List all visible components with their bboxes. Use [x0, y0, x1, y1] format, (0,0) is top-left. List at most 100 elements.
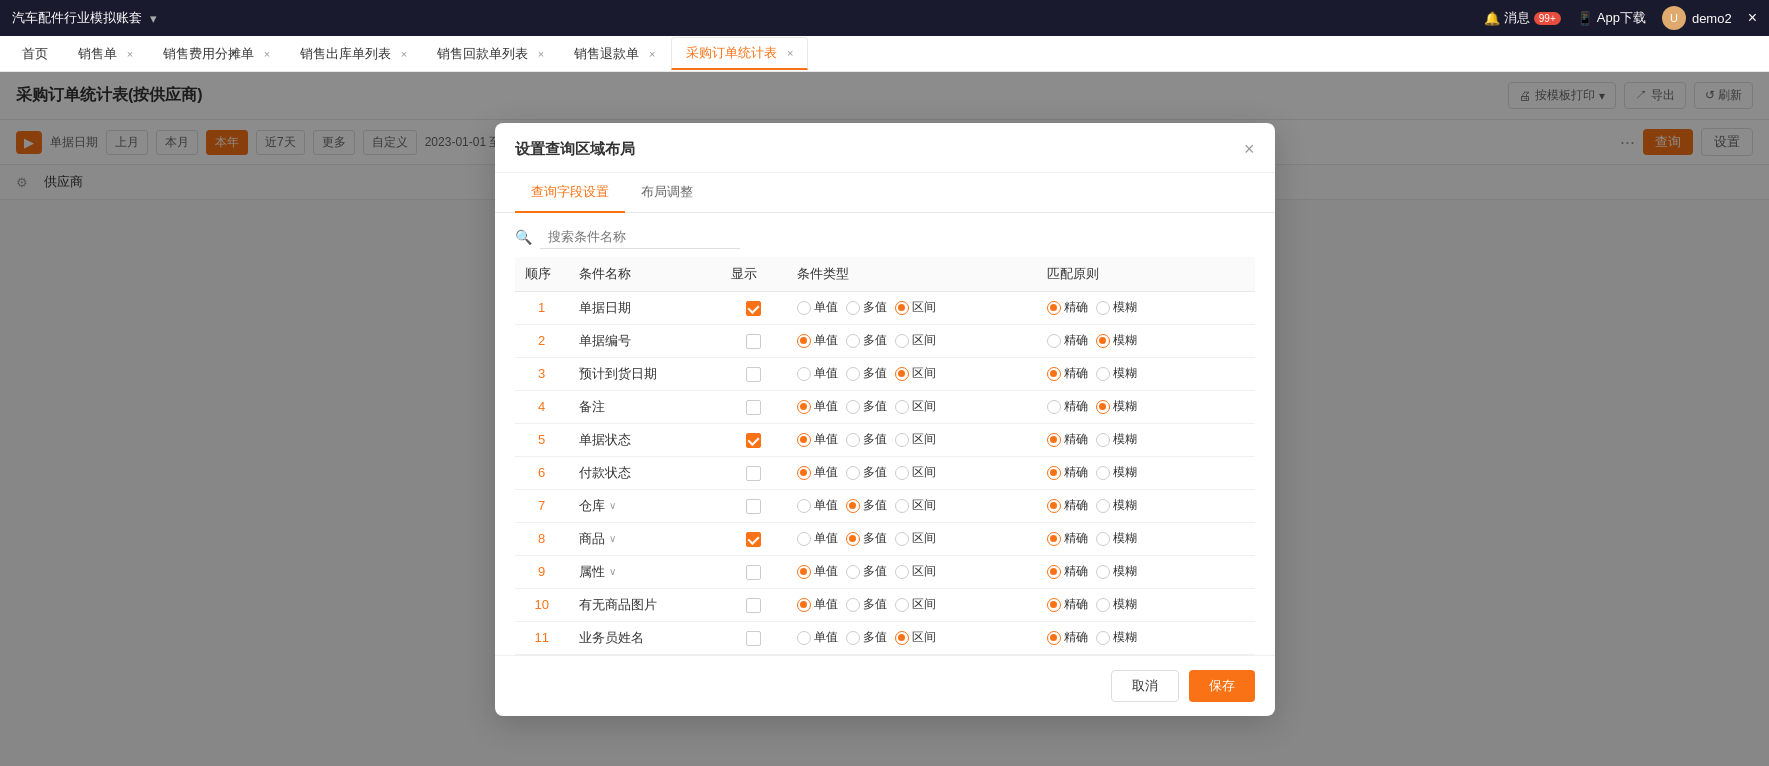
type-radio-item[interactable]: 区间	[895, 563, 936, 580]
show-checkbox[interactable]	[746, 367, 761, 382]
type-radio-item[interactable]: 区间	[895, 464, 936, 481]
match-radio-item[interactable]: 精确	[1047, 563, 1088, 580]
type-radio-item[interactable]: 单值	[797, 431, 838, 448]
name-with-dropdown[interactable]: 商品∨	[579, 530, 711, 548]
type-radio-item[interactable]: 多值	[846, 497, 887, 514]
tab-purchase-stats[interactable]: 采购订单统计表 ×	[671, 37, 808, 70]
match-radio-item[interactable]: 模糊	[1096, 398, 1137, 415]
show-checkbox[interactable]	[746, 334, 761, 349]
match-radio-item[interactable]: 模糊	[1096, 497, 1137, 514]
cancel-button[interactable]: 取消	[1111, 670, 1179, 702]
type-radio-item[interactable]: 区间	[895, 398, 936, 415]
type-radio-item[interactable]: 区间	[895, 299, 936, 316]
tab-sales-receipt-close[interactable]: ×	[538, 48, 544, 60]
match-radio-item[interactable]: 模糊	[1096, 431, 1137, 448]
match-radio-item[interactable]: 精确	[1047, 464, 1088, 481]
match-radio-item[interactable]: 精确	[1047, 596, 1088, 613]
match-radio-item[interactable]: 模糊	[1096, 464, 1137, 481]
type-radio-item[interactable]: 区间	[895, 332, 936, 349]
tab-purchase-stats-close[interactable]: ×	[787, 47, 793, 59]
type-radio-item[interactable]: 单值	[797, 332, 838, 349]
match-radio-item[interactable]: 精确	[1047, 497, 1088, 514]
cell-order: 6	[515, 456, 569, 489]
type-radio-item[interactable]: 区间	[895, 431, 936, 448]
show-checkbox[interactable]	[746, 433, 761, 448]
type-radio-item[interactable]: 单值	[797, 629, 838, 646]
radio-circle-icon	[846, 631, 860, 645]
type-radio-item[interactable]: 多值	[846, 299, 887, 316]
type-radio-item[interactable]: 多值	[846, 464, 887, 481]
match-radio-item[interactable]: 模糊	[1096, 365, 1137, 382]
type-radio-item[interactable]: 多值	[846, 365, 887, 382]
cell-show	[721, 621, 786, 654]
type-radio-item[interactable]: 区间	[895, 530, 936, 547]
match-radio-item[interactable]: 模糊	[1096, 563, 1137, 580]
name-with-dropdown[interactable]: 属性∨	[579, 563, 711, 581]
show-checkbox[interactable]	[746, 532, 761, 547]
type-radio-item[interactable]: 区间	[895, 629, 936, 646]
tab-sales-cost-close[interactable]: ×	[264, 48, 270, 60]
type-radio-item[interactable]: 多值	[846, 431, 887, 448]
type-radio-item[interactable]: 区间	[895, 365, 936, 382]
type-radio-item[interactable]: 单值	[797, 464, 838, 481]
save-button[interactable]: 保存	[1189, 670, 1255, 702]
match-radio-item[interactable]: 精确	[1047, 629, 1088, 646]
dialog-tab-layout[interactable]: 布局调整	[625, 173, 709, 213]
type-radio-item[interactable]: 单值	[797, 530, 838, 547]
match-radio-item[interactable]: 精确	[1047, 398, 1088, 415]
type-radio-item[interactable]: 单值	[797, 497, 838, 514]
type-radio-item[interactable]: 单值	[797, 299, 838, 316]
match-radio-item[interactable]: 模糊	[1096, 596, 1137, 613]
radio-label: 多值	[863, 464, 887, 481]
type-radio-item[interactable]: 多值	[846, 629, 887, 646]
tab-sales-order[interactable]: 销售单 ×	[64, 39, 147, 69]
dialog-close-button[interactable]: ×	[1244, 139, 1255, 160]
type-radio-item[interactable]: 多值	[846, 563, 887, 580]
match-radio-item[interactable]: 精确	[1047, 431, 1088, 448]
type-radio-item[interactable]: 单值	[797, 365, 838, 382]
match-radio-item[interactable]: 模糊	[1096, 299, 1137, 316]
show-checkbox[interactable]	[746, 400, 761, 415]
match-radio-item[interactable]: 精确	[1047, 365, 1088, 382]
match-radio-item[interactable]: 精确	[1047, 530, 1088, 547]
type-radio-item[interactable]: 多值	[846, 398, 887, 415]
name-with-dropdown[interactable]: 仓库∨	[579, 497, 711, 515]
tab-sales-outbound[interactable]: 销售出库单列表 ×	[286, 39, 421, 69]
match-radio-item[interactable]: 精确	[1047, 299, 1088, 316]
show-checkbox[interactable]	[746, 301, 761, 316]
match-radio-item[interactable]: 模糊	[1096, 629, 1137, 646]
radio-label: 模糊	[1113, 530, 1137, 547]
match-radio-item[interactable]: 模糊	[1096, 530, 1137, 547]
dialog-tab-query-fields[interactable]: 查询字段设置	[515, 173, 625, 213]
user-avatar[interactable]: U demo2	[1662, 6, 1732, 30]
notification-btn[interactable]: 🔔 消息 99+	[1484, 9, 1561, 27]
show-checkbox[interactable]	[746, 499, 761, 514]
dialog-search-input[interactable]	[540, 225, 740, 249]
top-close-btn[interactable]: ×	[1748, 9, 1757, 27]
type-radio-item[interactable]: 多值	[846, 596, 887, 613]
type-radio-item[interactable]: 区间	[895, 596, 936, 613]
tab-sales-receipt[interactable]: 销售回款单列表 ×	[423, 39, 558, 69]
tab-home[interactable]: 首页	[8, 39, 62, 69]
type-radio-item[interactable]: 单值	[797, 563, 838, 580]
show-checkbox[interactable]	[746, 565, 761, 580]
modal-overlay: 设置查询区域布局 × 查询字段设置 布局调整 🔍	[0, 72, 1769, 766]
tab-sales-outbound-close[interactable]: ×	[401, 48, 407, 60]
type-radio-item[interactable]: 多值	[846, 332, 887, 349]
tab-sales-refund[interactable]: 销售退款单 ×	[560, 39, 669, 69]
radio-circle-icon	[895, 367, 909, 381]
show-checkbox[interactable]	[746, 598, 761, 613]
match-radio-item[interactable]: 精确	[1047, 332, 1088, 349]
order-number: 1	[538, 300, 545, 315]
show-checkbox[interactable]	[746, 466, 761, 481]
tab-sales-order-close[interactable]: ×	[127, 48, 133, 60]
tab-sales-refund-close[interactable]: ×	[649, 48, 655, 60]
show-checkbox[interactable]	[746, 631, 761, 646]
type-radio-item[interactable]: 区间	[895, 497, 936, 514]
type-radio-item[interactable]: 单值	[797, 398, 838, 415]
match-radio-item[interactable]: 模糊	[1096, 332, 1137, 349]
tab-sales-cost[interactable]: 销售费用分摊单 ×	[149, 39, 284, 69]
app-download-btn[interactable]: 📱 App下载	[1577, 9, 1646, 27]
type-radio-item[interactable]: 单值	[797, 596, 838, 613]
type-radio-item[interactable]: 多值	[846, 530, 887, 547]
